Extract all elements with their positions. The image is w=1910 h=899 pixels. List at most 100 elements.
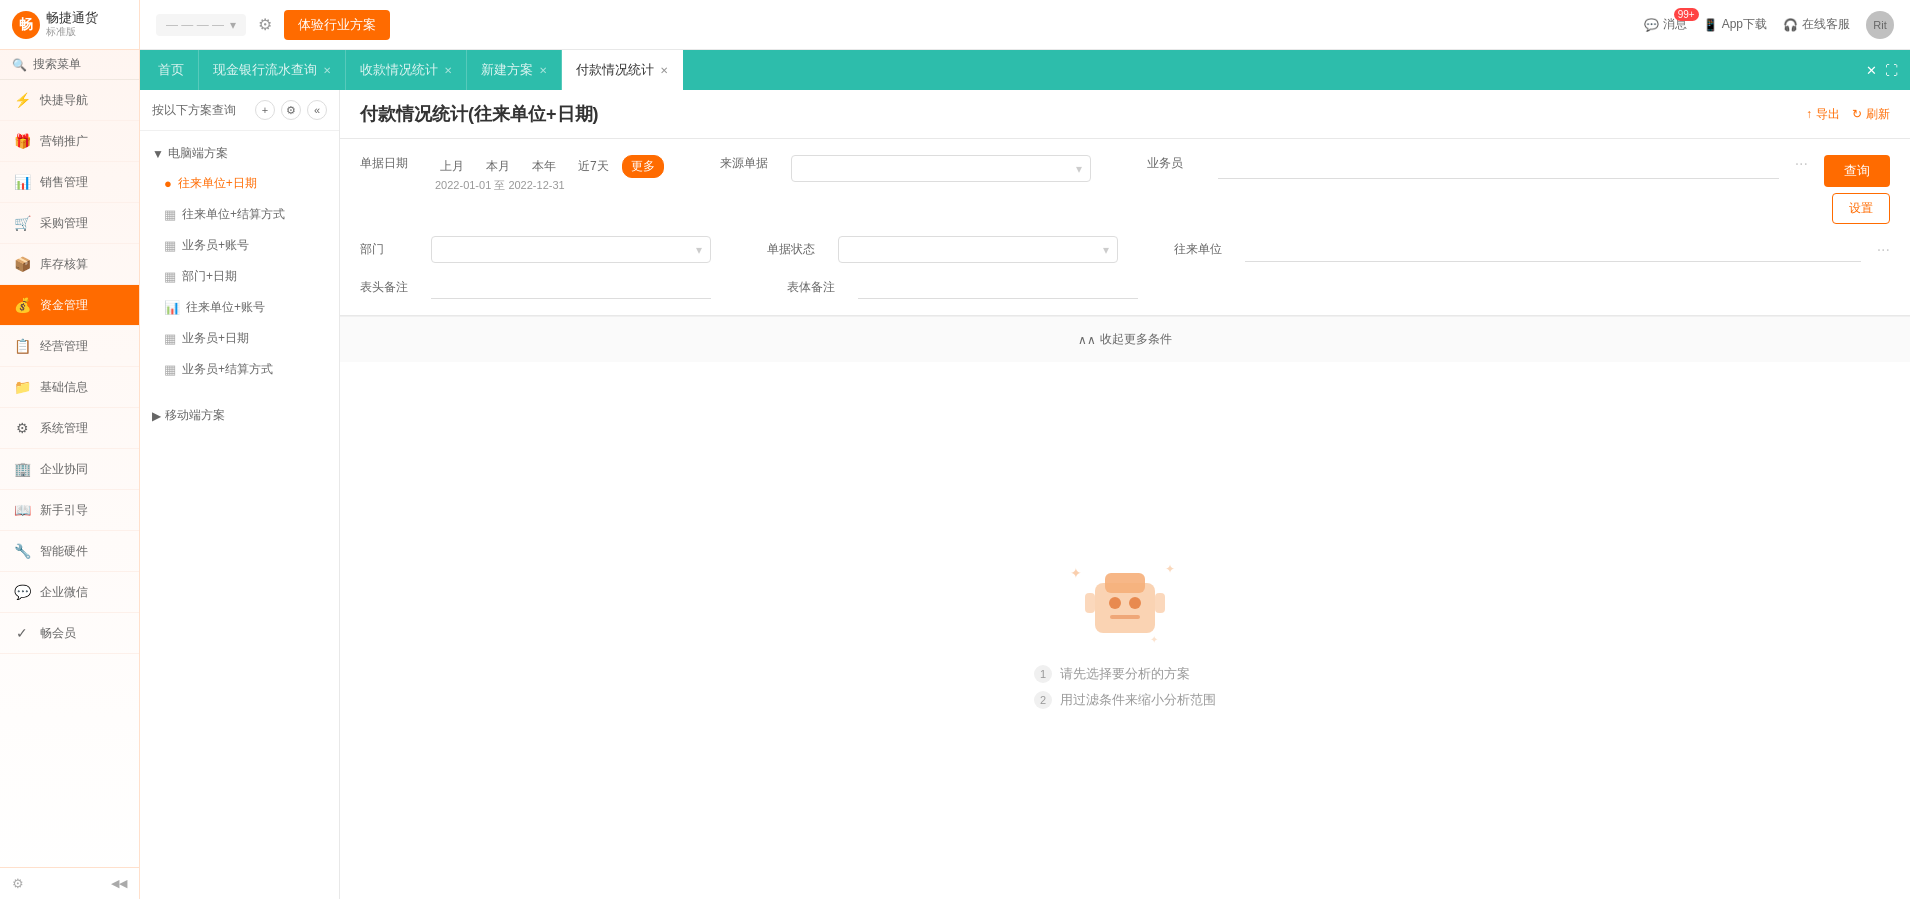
collapse-btn[interactable]: ∧∧ 收起更多条件 — [1066, 325, 1184, 354]
body-note-input[interactable] — [858, 275, 1138, 299]
export-btn[interactable]: ↑ 导出 — [1806, 106, 1840, 123]
tab-new-scheme[interactable]: 新建方案 ✕ — [467, 50, 562, 90]
source-select[interactable]: ▾ — [791, 155, 1091, 182]
left-panel: 按以下方案查询 + ⚙ « ▼ 电脑端方案 ● 往来单位+日期 ▦ — [140, 90, 340, 899]
inventory-icon: 📦 — [12, 254, 32, 274]
tab-home[interactable]: 首页 — [144, 50, 199, 90]
scheme-settings-btn[interactable]: ⚙ — [281, 100, 301, 120]
sidebar-item-marketing[interactable]: 🎁 营销推广 — [0, 121, 139, 162]
sidebar-item-label: 系统管理 — [40, 420, 88, 437]
add-scheme-btn[interactable]: + — [255, 100, 275, 120]
collapse-panel-btn[interactable]: « — [307, 100, 327, 120]
tab-cashflow[interactable]: 现金银行流水查询 ✕ — [199, 50, 346, 90]
marketing-icon: 🎁 — [12, 131, 32, 151]
messages-item[interactable]: 💬 消息 99+ — [1644, 16, 1687, 33]
sidebar-item-system[interactable]: ⚙ 系统管理 — [0, 408, 139, 449]
sidebar-menu: ⚡ 快捷导航 🎁 营销推广 📊 销售管理 🛒 采购管理 📦 库存核算 💰 资金管… — [0, 80, 139, 867]
sidebar-item-operations[interactable]: 📋 经营管理 — [0, 326, 139, 367]
online-service-item[interactable]: 🎧 在线客服 — [1783, 16, 1850, 33]
export-icon: ↑ — [1806, 107, 1812, 121]
address-dropdown-icon[interactable]: ▾ — [230, 18, 236, 32]
scheme-item-dept-date[interactable]: ▦ 部门+日期 — [140, 261, 339, 292]
tab-cashflow-close[interactable]: ✕ — [323, 65, 331, 76]
app-download-label: App下载 — [1722, 16, 1767, 33]
user-avatar[interactable]: Rit — [1866, 11, 1894, 39]
sidebar-item-hardware[interactable]: 🔧 智能硬件 — [0, 531, 139, 572]
scheme-query-label: 按以下方案查询 — [152, 102, 236, 119]
sidebar-logo: 畅 畅捷通货 标准版 — [0, 0, 139, 50]
scheme-icon: ▦ — [164, 238, 176, 253]
scheme-icon: ▦ — [164, 362, 176, 377]
logo-sub: 标准版 — [46, 25, 98, 39]
date-more[interactable]: 更多 — [622, 155, 664, 178]
doc-status-select[interactable]: ▾ — [838, 236, 1118, 263]
tab-new-scheme-close[interactable]: ✕ — [539, 65, 547, 76]
date-this-month[interactable]: 本月 — [477, 155, 519, 178]
date-this-year[interactable]: 本年 — [523, 155, 565, 178]
counterpart-dots[interactable]: ··· — [1877, 241, 1890, 259]
sidebar-item-guide[interactable]: 📖 新手引导 — [0, 490, 139, 531]
sidebar-item-sales[interactable]: 📊 销售管理 — [0, 162, 139, 203]
search-label: 搜索菜单 — [33, 56, 81, 73]
main-area: — — — — ▾ ⚙ 体验行业方案 💬 消息 99+ 📱 App下载 🎧 在线… — [140, 0, 1910, 899]
page-header: 付款情况统计(往来单位+日期) ↑ 导出 ↻ 刷新 — [340, 90, 1910, 139]
date-last-month[interactable]: 上月 — [431, 155, 473, 178]
scheme-item-counterpart-account[interactable]: 📊 往来单位+账号 — [140, 292, 339, 323]
svg-text:✦: ✦ — [1070, 565, 1082, 581]
tab-bar: 首页 现金银行流水查询 ✕ 收款情况统计 ✕ 新建方案 ✕ 付款情况统计 ✕ ✕… — [140, 50, 1910, 90]
counterpart-input[interactable] — [1245, 238, 1861, 262]
address-text: — — — — — [166, 18, 224, 32]
tab-cashflow-label: 现金银行流水查询 — [213, 61, 317, 79]
sidebar-item-inventory[interactable]: 📦 库存核算 — [0, 244, 139, 285]
sidebar-collapse-icon[interactable]: ◀◀ — [111, 877, 127, 890]
sidebar-search[interactable]: 🔍 搜索菜单 — [0, 50, 139, 80]
sidebar-item-label: 快捷导航 — [40, 92, 88, 109]
scheme-item-counterpart-settle[interactable]: ▦ 往来单位+结算方式 — [140, 199, 339, 230]
sidebar-item-label: 采购管理 — [40, 215, 88, 232]
scheme-item-counterpart-date[interactable]: ● 往来单位+日期 — [140, 168, 339, 199]
settings-icon[interactable]: ⚙ — [258, 15, 272, 34]
tab-payments[interactable]: 付款情况统计 ✕ — [562, 50, 683, 90]
date-7days[interactable]: 近7天 — [569, 155, 618, 178]
address-bar[interactable]: — — — — ▾ — [156, 14, 246, 36]
tab-expand-icon[interactable]: ⛶ — [1885, 63, 1898, 78]
scheme-icon: ▦ — [164, 269, 176, 284]
app-download-item[interactable]: 📱 App下载 — [1703, 16, 1767, 33]
tab-receipts[interactable]: 收款情况统计 ✕ — [346, 50, 467, 90]
query-btn[interactable]: 查询 — [1824, 155, 1890, 187]
sidebar-item-quicknav[interactable]: ⚡ 快捷导航 — [0, 80, 139, 121]
tab-payments-close[interactable]: ✕ — [660, 65, 668, 76]
trial-btn[interactable]: 体验行业方案 — [284, 10, 390, 40]
refresh-btn[interactable]: ↻ 刷新 — [1852, 106, 1890, 123]
scheme-item-salesperson-date[interactable]: ▦ 业务员+日期 — [140, 323, 339, 354]
sidebar-item-member[interactable]: ✓ 畅会员 — [0, 613, 139, 654]
online-service-label: 在线客服 — [1802, 16, 1850, 33]
mobile-section-title[interactable]: ▶ 移动端方案 — [140, 401, 339, 430]
search-icon: 🔍 — [12, 58, 27, 72]
scheme-item-salesperson-account[interactable]: ▦ 业务员+账号 — [140, 230, 339, 261]
sidebar-item-weixin[interactable]: 💬 企业微信 — [0, 572, 139, 613]
sidebar-item-label: 基础信息 — [40, 379, 88, 396]
messages-badge: 99+ — [1674, 8, 1699, 21]
purchase-icon: 🛒 — [12, 213, 32, 233]
salesperson-dots[interactable]: ··· — [1795, 155, 1808, 173]
body-note-label: 表体备注 — [787, 279, 842, 296]
sidebar-settings-icon[interactable]: ⚙ — [12, 876, 24, 891]
empty-illustration: ✦ ✦ ✦ — [1065, 553, 1185, 653]
tab-receipts-close[interactable]: ✕ — [444, 65, 452, 76]
tab-close-all-icon[interactable]: ✕ — [1866, 63, 1877, 78]
header-note-input[interactable] — [431, 275, 711, 299]
sidebar-item-label: 营销推广 — [40, 133, 88, 150]
sidebar-item-capital[interactable]: 💰 资金管理 — [0, 285, 139, 326]
sidebar-item-basic[interactable]: 📁 基础信息 — [0, 367, 139, 408]
sidebar-item-purchase[interactable]: 🛒 采购管理 — [0, 203, 139, 244]
salesperson-input[interactable] — [1218, 155, 1779, 179]
filter-settings-btn[interactable]: 设置 — [1832, 193, 1890, 224]
dept-select[interactable]: ▾ — [431, 236, 711, 263]
sidebar-item-enterprise[interactable]: 🏢 企业协同 — [0, 449, 139, 490]
desktop-section-title[interactable]: ▼ 电脑端方案 — [140, 139, 339, 168]
filter-row-3: 表头备注 表体备注 — [360, 275, 1890, 299]
doc-status-select-arrow: ▾ — [1103, 243, 1109, 257]
left-panel-header: 按以下方案查询 + ⚙ « — [140, 90, 339, 131]
scheme-item-salesperson-settle[interactable]: ▦ 业务员+结算方式 — [140, 354, 339, 385]
